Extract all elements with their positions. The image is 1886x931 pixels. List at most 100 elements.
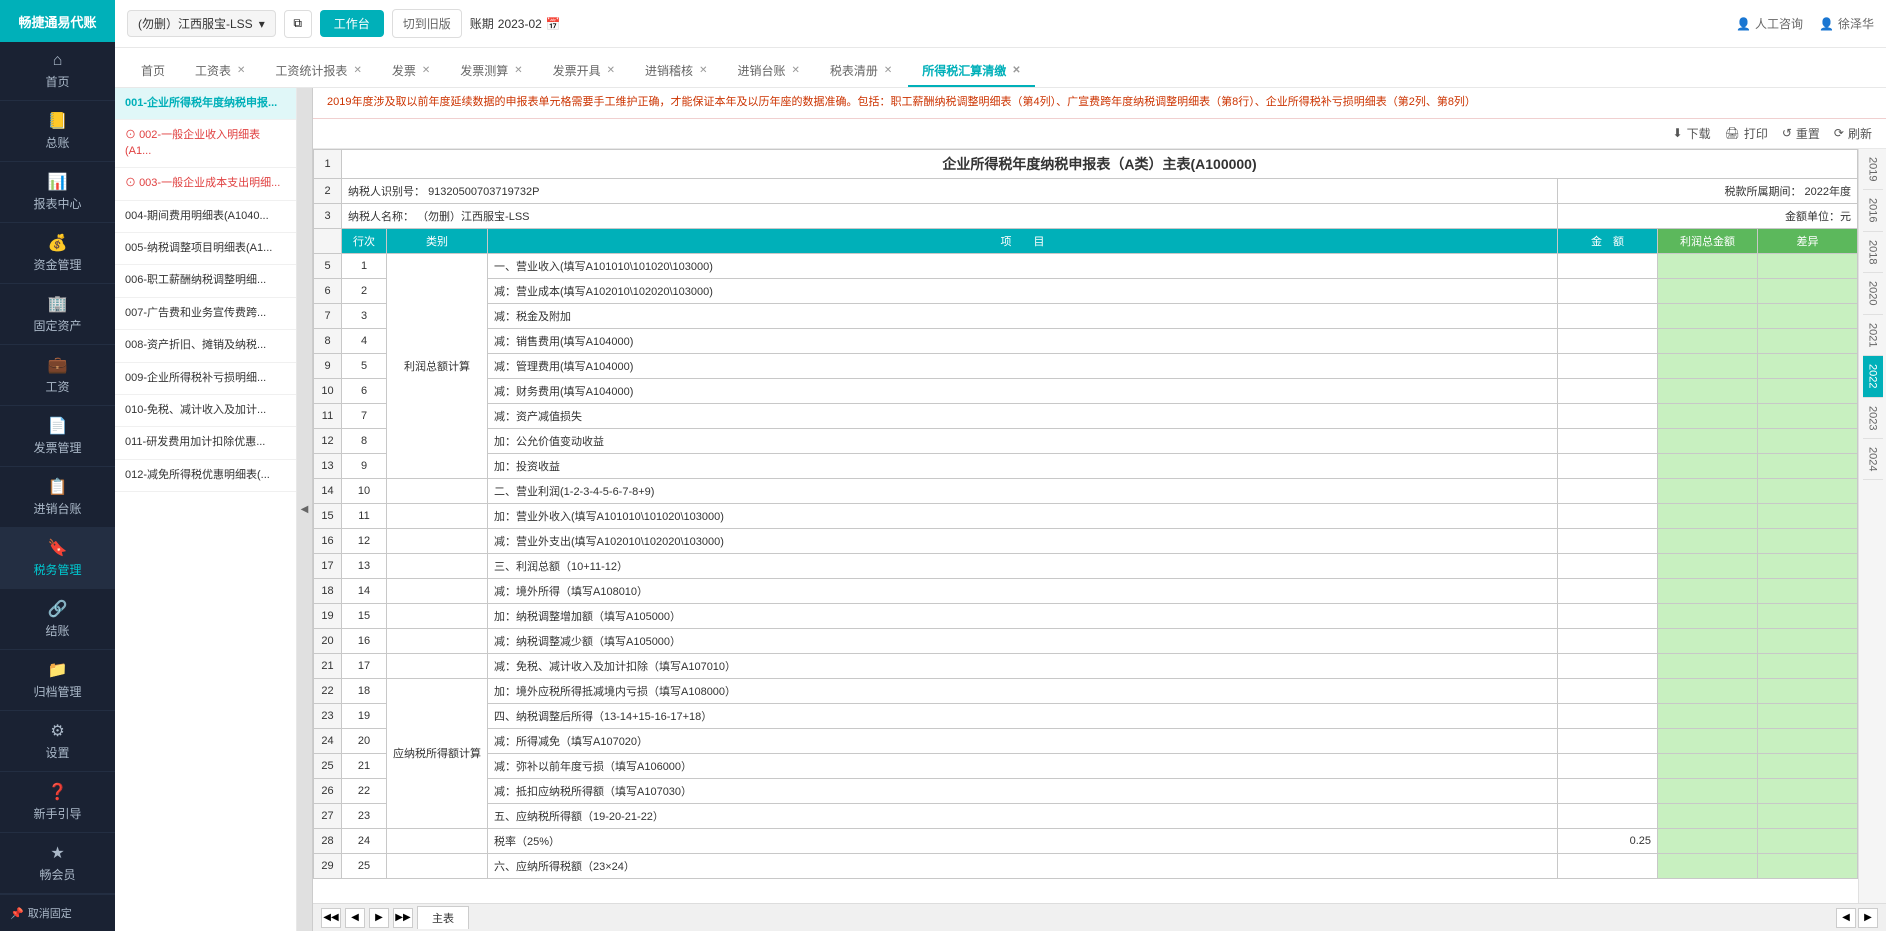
close-icon[interactable]: ✕: [1012, 65, 1020, 76]
col-header-xiangmu: 项 目: [488, 228, 1558, 253]
tab-home[interactable]: 首页: [127, 56, 179, 87]
dropdown-icon: ▾: [259, 17, 265, 31]
table-row: 23 19 四、纳税调整后所得（13-14+15-16-17+18）: [314, 703, 1858, 728]
scroll-controls: ◀ ▶: [1836, 908, 1878, 928]
taxpayer-name-cell: 纳税人名称： （勿删）江西服宝-LSS: [342, 203, 1558, 228]
close-icon[interactable]: ✕: [353, 65, 361, 76]
left-item-012[interactable]: 012-减免所得税优惠明细表(...: [115, 460, 296, 492]
unpin-button[interactable]: 📌 取消固定: [0, 894, 115, 931]
download-button[interactable]: ⬇ 下载: [1673, 125, 1711, 142]
workbench-button[interactable]: 工作台: [320, 10, 384, 37]
year-2021[interactable]: 2021: [1863, 315, 1883, 356]
user-service[interactable]: 👤 人工咨询: [1736, 15, 1803, 32]
tax-period-cell: 税款所属期间： 2022年度: [1558, 178, 1858, 203]
sidebar-item-assets[interactable]: 🏢 固定资产: [0, 284, 115, 345]
spreadsheet-wrapper[interactable]: 1 企业所得税年度纳税申报表（A类）主表(A100000) 2 纳税人识别号： …: [313, 149, 1858, 903]
tab-next-btn[interactable]: ▶: [369, 908, 389, 928]
collapse-button[interactable]: ◀: [297, 88, 313, 931]
taxpayer-id-value: 91320500703719732P: [428, 186, 539, 198]
sidebar-item-archive[interactable]: 📁 归档管理: [0, 650, 115, 711]
reports-icon: 📊: [48, 172, 68, 192]
taxpayer-name-value: （勿删）江西服宝-LSS: [417, 211, 529, 223]
sidebar-item-invoice[interactable]: 📄 发票管理: [0, 406, 115, 467]
copy-icon-btn[interactable]: ⧉: [284, 10, 312, 38]
account-period-value: 2023-02: [498, 17, 542, 31]
left-item-005[interactable]: 005-纳税调整项目明细表(A1...: [115, 233, 296, 265]
tab-last-btn[interactable]: ▶▶: [393, 908, 413, 928]
refresh-icon: ⟳: [1834, 126, 1844, 140]
tab-sales-audit[interactable]: 进销稽核 ✕: [631, 56, 721, 87]
col-header-chayi: 差异: [1758, 228, 1858, 253]
sidebar-item-label: 发票管理: [33, 439, 81, 456]
guide-icon: ❓: [48, 782, 68, 802]
scroll-right-btn[interactable]: ▶: [1858, 908, 1878, 928]
sidebar-item-finance[interactable]: 💰 资金管理: [0, 223, 115, 284]
table-row: 21 17 减：免税、减计收入及加计扣除（填写A107010）: [314, 653, 1858, 678]
close-icon[interactable]: ✕: [422, 65, 430, 76]
year-2024[interactable]: 2024: [1863, 439, 1883, 480]
company-selector[interactable]: (勿删）江西服宝-LSS ▾: [127, 10, 276, 37]
sidebar-item-tax[interactable]: 🔖 税务管理: [0, 528, 115, 589]
tab-invoice-open[interactable]: 发票开具 ✕: [539, 56, 629, 87]
reset-button[interactable]: ↺ 重置: [1782, 125, 1820, 142]
table-row: 25 21 减：弥补以前年度亏损（填写A106000）: [314, 753, 1858, 778]
close-icon[interactable]: ✕: [699, 65, 707, 76]
close-icon[interactable]: ✕: [884, 65, 892, 76]
left-item-001[interactable]: 001-企业所得税年度纳税申报...: [115, 88, 296, 120]
year-2019[interactable]: 2019: [1863, 149, 1883, 190]
left-item-002[interactable]: ⊙ 002-一般企业收入明细表(A1...: [115, 120, 296, 168]
year-2023[interactable]: 2023: [1863, 398, 1883, 439]
refresh-button[interactable]: ⟳ 刷新: [1834, 125, 1872, 142]
assets-icon: 🏢: [48, 294, 68, 314]
tab-sales-ledger[interactable]: 进销台账 ✕: [723, 56, 813, 87]
sidebar-item-salary[interactable]: 💼 工资: [0, 345, 115, 406]
year-2022[interactable]: 2022: [1863, 356, 1883, 397]
year-2020[interactable]: 2020: [1863, 273, 1883, 314]
close-icon[interactable]: ✕: [514, 65, 522, 76]
scroll-left-btn[interactable]: ◀: [1836, 908, 1856, 928]
left-item-010[interactable]: 010-免税、减计收入及加计...: [115, 395, 296, 427]
invoice-icon: 📄: [48, 416, 68, 436]
table-row: 8 4 减：销售费用(填写A104000): [314, 328, 1858, 353]
table-row: 22 18 应纳税所得额计算 加：境外应税所得抵减境内亏损（填写A108000）: [314, 678, 1858, 703]
year-2016[interactable]: 2016: [1863, 190, 1883, 231]
bottom-tab-main[interactable]: 主表: [417, 906, 469, 929]
left-item-008[interactable]: 008-资产折旧、摊销及纳税...: [115, 330, 296, 362]
left-item-009[interactable]: 009-企业所得税补亏损明细...: [115, 363, 296, 395]
row-num: 1: [314, 149, 342, 178]
sidebar-item-label: 归档管理: [33, 683, 81, 700]
tab-tax-list[interactable]: 税表清册 ✕: [816, 56, 906, 87]
tab-income-tax[interactable]: 所得税汇算清缴 ✕: [908, 56, 1034, 87]
left-item-007[interactable]: 007-广告费和业务宣传费跨...: [115, 298, 296, 330]
tab-prev-btn[interactable]: ◀◀: [321, 908, 341, 928]
sidebar-item-guide[interactable]: ❓ 新手引导: [0, 772, 115, 833]
sidebar-item-vip[interactable]: ★ 畅会员: [0, 833, 115, 894]
left-panel: 001-企业所得税年度纳税申报... ⊙ 002-一般企业收入明细表(A1...…: [115, 88, 297, 931]
left-item-004[interactable]: 004-期间费用明细表(A1040...: [115, 201, 296, 233]
sidebar-item-sales-ledger[interactable]: 📋 进销台账: [0, 467, 115, 528]
switch-old-button[interactable]: 切到旧版: [392, 9, 462, 38]
tab-invoice[interactable]: 发票 ✕: [378, 56, 444, 87]
tab-salary[interactable]: 工资表 ✕: [181, 56, 259, 87]
close-icon[interactable]: ✕: [607, 65, 615, 76]
tab-invoice-calc[interactable]: 发票测算 ✕: [446, 56, 536, 87]
sidebar-item-settlement[interactable]: 🔗 结账: [0, 589, 115, 650]
content-area: 001-企业所得税年度纳税申报... ⊙ 002-一般企业收入明细表(A1...…: [115, 88, 1886, 931]
left-item-006[interactable]: 006-职工薪酬纳税调整明细...: [115, 265, 296, 297]
tab-salary-stats[interactable]: 工资统计报表 ✕: [261, 56, 375, 87]
sidebar-item-ledger[interactable]: 📒 总账: [0, 101, 115, 162]
left-item-011[interactable]: 011-研发费用加计扣除优惠...: [115, 427, 296, 459]
left-item-003[interactable]: ⊙ 003-一般企业成本支出明细...: [115, 168, 296, 200]
year-2018[interactable]: 2018: [1863, 232, 1883, 273]
reset-icon: ↺: [1782, 126, 1792, 140]
sidebar-item-settings[interactable]: ⚙ 设置: [0, 711, 115, 772]
tab-back-btn[interactable]: ◀: [345, 908, 365, 928]
top-bar: (勿删）江西服宝-LSS ▾ ⧉ 工作台 切到旧版 账期 2023-02 📅 👤…: [115, 0, 1886, 48]
sidebar-item-reports[interactable]: 📊 报表中心: [0, 162, 115, 223]
close-icon[interactable]: ✕: [237, 65, 245, 76]
sidebar-item-label: 报表中心: [33, 195, 81, 212]
sidebar-item-home[interactable]: ⌂ 首页: [0, 42, 115, 101]
print-button[interactable]: 🖨 打印: [1725, 125, 1768, 142]
taxpayer-id-label: 纳税人识别号：: [348, 186, 425, 198]
close-icon[interactable]: ✕: [791, 65, 799, 76]
